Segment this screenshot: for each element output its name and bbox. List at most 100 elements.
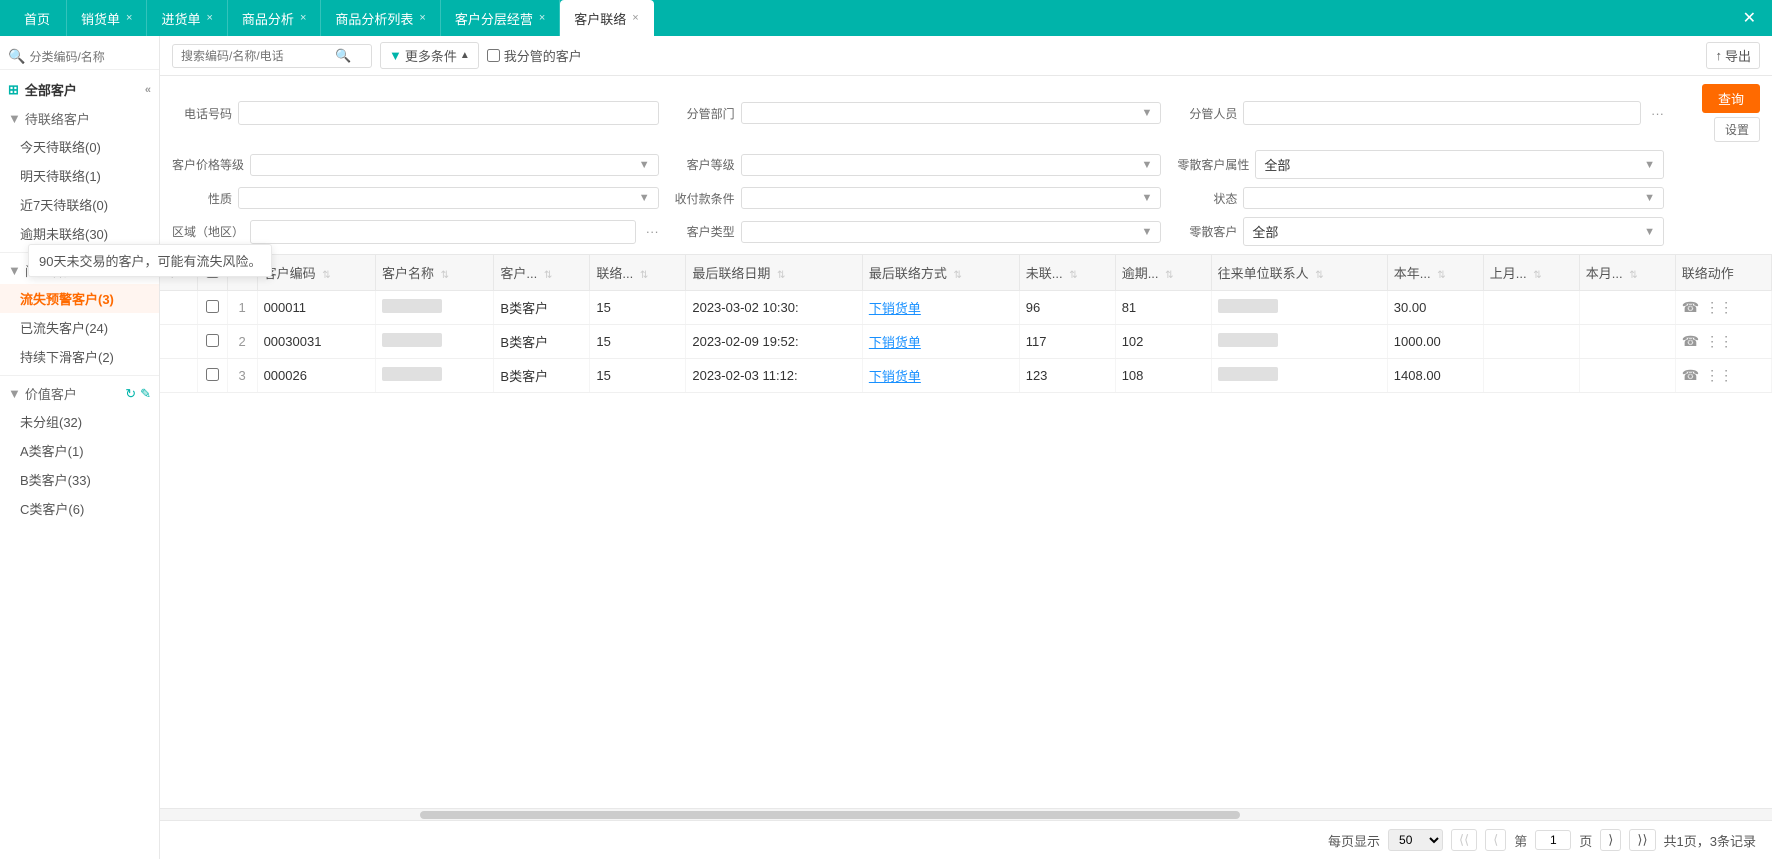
th-last-date[interactable]: 最后联络日期 ⇅: [686, 255, 862, 291]
first-page-button[interactable]: ⟨⟨: [1451, 829, 1477, 851]
pending-contact-group[interactable]: ▼ 待联络客户: [0, 105, 159, 132]
sidebar-item-class-a[interactable]: A类客户(1): [0, 436, 159, 465]
cell-last-way-1[interactable]: 下销货单: [862, 325, 1019, 359]
page-input[interactable]: [1535, 830, 1571, 850]
action-phone-icon-0[interactable]: ☎: [1682, 299, 1699, 316]
th-last-month[interactable]: 上月... ⇅: [1483, 255, 1579, 291]
all-customers-header[interactable]: ⊞ 全部客户 «: [0, 74, 159, 105]
cell-checkbox-2[interactable]: [197, 359, 227, 393]
region-more-icon[interactable]: ···: [646, 224, 659, 239]
row-checkbox-1[interactable]: [206, 334, 219, 347]
sidebar-item-churn-warning[interactable]: 流失预警客户(3): [0, 284, 159, 313]
dept-select[interactable]: ▼: [741, 102, 1162, 124]
row-checkbox-2[interactable]: [206, 368, 219, 381]
sidebar-item-class-c[interactable]: C类客户(6): [0, 494, 159, 523]
th-this-month[interactable]: 本月... ⇅: [1579, 255, 1675, 291]
action-phone-icon-1[interactable]: ☎: [1682, 333, 1699, 350]
last-page-button[interactable]: ⟩⟩: [1629, 829, 1655, 851]
search-input[interactable]: [181, 49, 331, 63]
sidebar-item-declining[interactable]: 持续下滑客户(2): [0, 342, 159, 371]
close-tab-goods-analysis[interactable]: ×: [300, 12, 306, 24]
filter-region: 区域（地区） ···: [172, 220, 659, 244]
row-checkbox-0[interactable]: [206, 300, 219, 313]
manager-input[interactable]: [1243, 101, 1641, 125]
next-page-button[interactable]: ⟩: [1600, 829, 1621, 851]
search-button-icon[interactable]: 🔍: [335, 48, 351, 64]
payment-select[interactable]: ▼: [741, 187, 1162, 209]
phone-input[interactable]: [238, 101, 659, 125]
sidebar-item-class-b[interactable]: B类客户(33): [0, 465, 159, 494]
window-close-button[interactable]: ✕: [1735, 8, 1764, 28]
tab-sales[interactable]: 销货单 ×: [67, 0, 147, 36]
action-more-icon-1[interactable]: ⋮⋮: [1705, 333, 1733, 350]
nature-select[interactable]: ▼: [238, 187, 659, 209]
close-tab-customer-contact[interactable]: ×: [632, 12, 638, 24]
close-tab-customer-tier[interactable]: ×: [539, 12, 545, 24]
tab-goods-list[interactable]: 商品分析列表 ×: [321, 0, 440, 36]
price-grade-select[interactable]: ▼: [250, 154, 659, 176]
export-button[interactable]: ↑ 导出: [1706, 42, 1760, 69]
horizontal-scrollbar[interactable]: [160, 808, 1772, 820]
cell-this-month-2: [1579, 359, 1675, 393]
sidebar-item-ungrouped[interactable]: 未分组(32): [0, 407, 159, 436]
th-this-year[interactable]: 本年... ⇅: [1387, 255, 1483, 291]
sidebar-search-input[interactable]: [29, 50, 151, 64]
last-way-link-2[interactable]: 下销货单: [869, 369, 921, 384]
sort-last-month-icon: ⇅: [1533, 270, 1541, 281]
cell-this-month-0: [1579, 291, 1675, 325]
refresh-icon[interactable]: ↻: [125, 386, 136, 402]
sidebar-item-today[interactable]: 今天待联络(0): [0, 132, 159, 161]
sidebar-item-week[interactable]: 近7天待联络(0): [0, 190, 159, 219]
action-phone-icon-2[interactable]: ☎: [1682, 367, 1699, 384]
cell-last-way-2[interactable]: 下销货单: [862, 359, 1019, 393]
tab-goods-analysis[interactable]: 商品分析 ×: [228, 0, 321, 36]
th-last-way[interactable]: 最后联络方式 ⇅: [862, 255, 1019, 291]
cell-rownum-0: 1: [227, 291, 257, 325]
sort-this-year-icon: ⇅: [1437, 270, 1445, 281]
region-input[interactable]: [250, 220, 636, 244]
my-customers-checkbox-row[interactable]: 我分管的客户: [487, 46, 582, 65]
close-tab-goods-list[interactable]: ×: [419, 12, 425, 24]
my-customers-checkbox[interactable]: [487, 49, 500, 62]
more-filter-button[interactable]: ▼ 更多条件 ▲: [380, 42, 479, 69]
retail-customer-select[interactable]: 全部 ▼: [1243, 217, 1664, 246]
tab-home[interactable]: 首页: [8, 0, 67, 36]
customer-grade-select[interactable]: ▼: [741, 154, 1162, 176]
th-uncontacted[interactable]: 未联... ⇅: [1019, 255, 1115, 291]
manager-more-icon[interactable]: ···: [1651, 106, 1664, 121]
last-way-link-1[interactable]: 下销货单: [869, 335, 921, 350]
cell-last-way-0[interactable]: 下销货单: [862, 291, 1019, 325]
th-code[interactable]: 客户编码 ⇅: [257, 255, 375, 291]
cell-checkbox-0[interactable]: [197, 291, 227, 325]
sidebar-item-churned[interactable]: 已流失客户(24): [0, 313, 159, 342]
value-group[interactable]: ▼ 价值客户 ↻ ✎: [0, 380, 159, 407]
cell-checkbox-1[interactable]: [197, 325, 227, 359]
settings-button[interactable]: 设置: [1714, 117, 1760, 142]
sort-uncontacted-icon: ⇅: [1069, 270, 1077, 281]
sidebar-item-tomorrow[interactable]: 明天待联络(1): [0, 161, 159, 190]
last-way-link-0[interactable]: 下销货单: [869, 301, 921, 316]
retail-attr-select[interactable]: 全部 ▼: [1255, 150, 1664, 179]
close-tab-sales[interactable]: ×: [126, 12, 132, 24]
th-contact[interactable]: 联络... ⇅: [590, 255, 686, 291]
action-more-icon-2[interactable]: ⋮⋮: [1705, 367, 1733, 384]
customer-type-select[interactable]: ▼: [741, 221, 1162, 243]
status-select[interactable]: ▼: [1243, 187, 1664, 209]
arrow-down-icon-3: ▼: [8, 386, 21, 401]
th-name[interactable]: 客户名称 ⇅: [376, 255, 494, 291]
tab-customer-tier[interactable]: 客户分层经营 ×: [441, 0, 560, 36]
prev-page-button[interactable]: ⟨: [1485, 829, 1506, 851]
sidebar-divider-2: [0, 375, 159, 376]
tab-customer-contact[interactable]: 客户联络 ×: [560, 0, 653, 36]
th-overdue[interactable]: 逾期... ⇅: [1115, 255, 1211, 291]
action-more-icon-0[interactable]: ⋮⋮: [1705, 299, 1733, 316]
close-tab-purchase[interactable]: ×: [206, 12, 212, 24]
cell-code-0: 000011: [257, 291, 375, 325]
edit-icon[interactable]: ✎: [140, 386, 151, 402]
query-button[interactable]: 查询: [1702, 84, 1760, 113]
th-unit-contact[interactable]: 往来单位联系人 ⇅: [1211, 255, 1387, 291]
th-type[interactable]: 客户... ⇅: [494, 255, 590, 291]
tab-purchase[interactable]: 进货单 ×: [147, 0, 227, 36]
scrollbar-thumb[interactable]: [420, 811, 1240, 819]
per-page-select[interactable]: 50 20 100: [1388, 829, 1443, 851]
